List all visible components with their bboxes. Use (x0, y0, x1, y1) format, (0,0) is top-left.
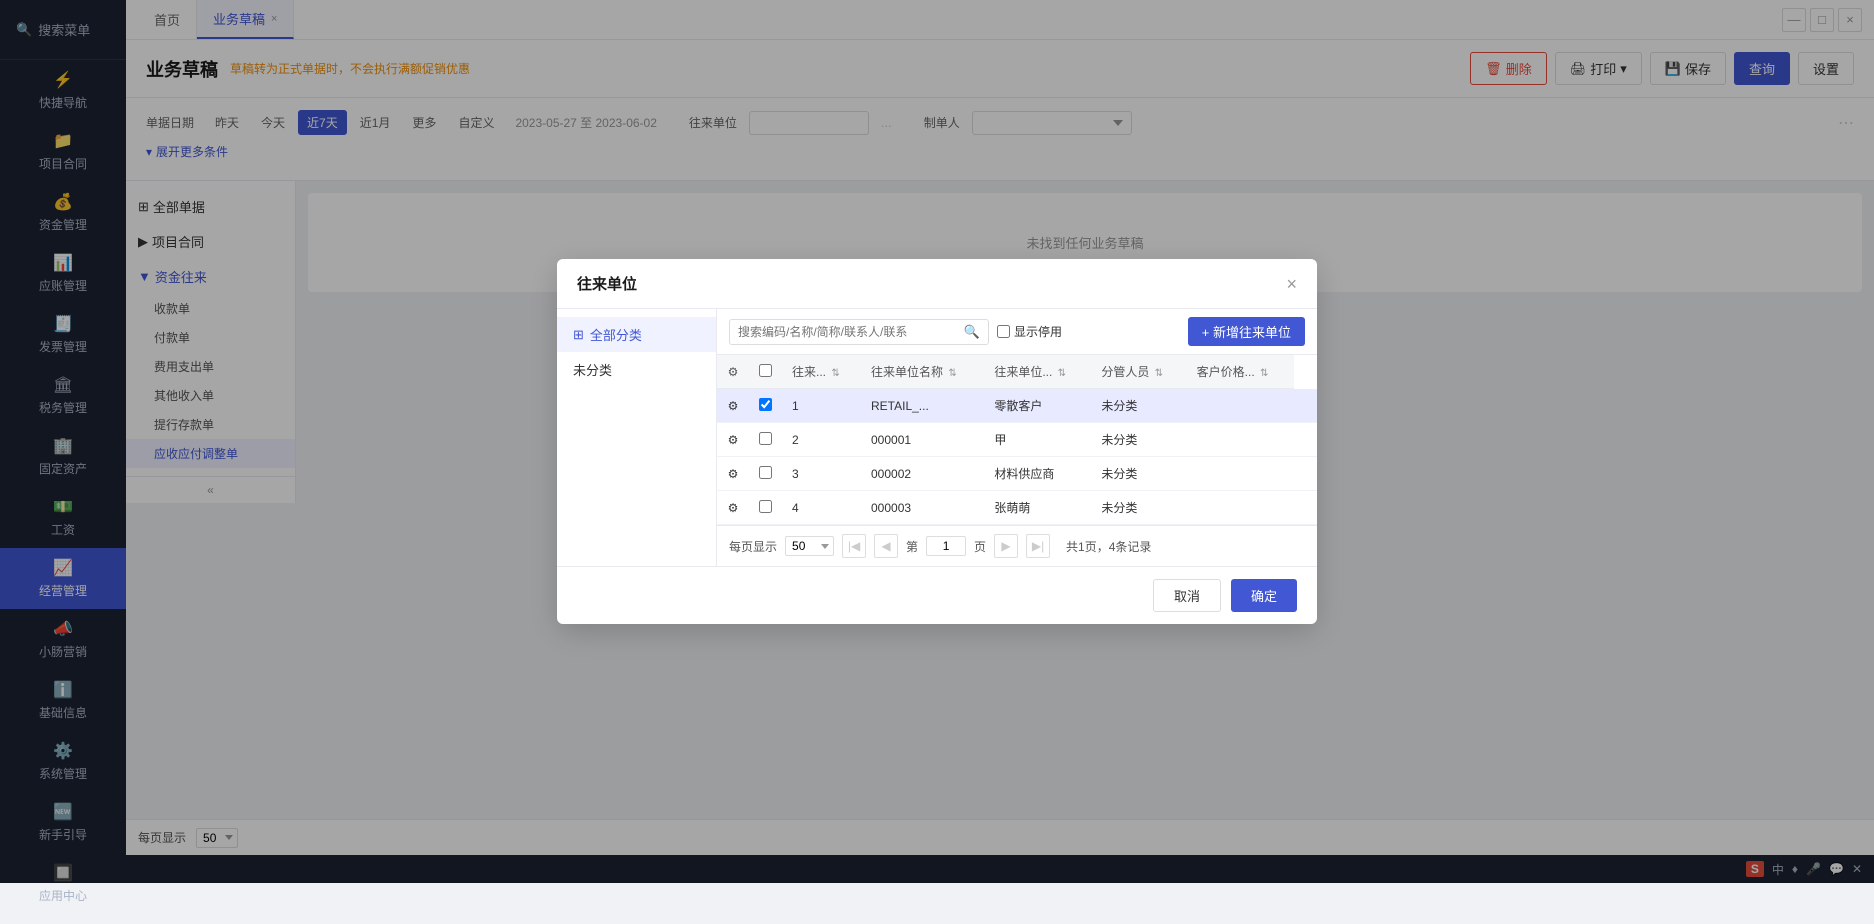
row-settings[interactable]: ⚙ (717, 491, 749, 525)
th-name: 往来单位名称 ⇅ (861, 355, 984, 389)
row-name: 张萌萌 (984, 491, 1091, 525)
row-no: 3 (782, 457, 861, 491)
row-price (1294, 423, 1317, 457)
last-page-btn[interactable]: ▶| (1026, 534, 1050, 558)
modal-pagination: 每页显示 50 10 20 100 |◀ ◀ 第 1 页 ▶ ▶| 共1页，4条… (717, 525, 1317, 566)
row-settings[interactable]: ⚙ (717, 389, 749, 423)
modal-title: 往来单位 (577, 273, 637, 294)
add-counterparty-btn[interactable]: + 新增往来单位 (1188, 317, 1305, 346)
row-category: 未分类 (1091, 389, 1186, 423)
row-no: 2 (782, 423, 861, 457)
row-code: 000001 (861, 423, 984, 457)
th-category: 往来单位... ⇅ (984, 355, 1091, 389)
modal-body: ⊞ 全部分类 未分类 🔍 显示停用 (557, 309, 1317, 566)
first-page-btn[interactable]: |◀ (842, 534, 866, 558)
modal-close-btn[interactable]: × (1286, 275, 1297, 293)
row-name: 甲 (984, 423, 1091, 457)
row-code: 000003 (861, 491, 984, 525)
row-name: 零散客户 (984, 389, 1091, 423)
table-row[interactable]: ⚙ 1 RETAIL_... 零散客户 未分类 (717, 389, 1317, 423)
row-settings[interactable]: ⚙ (717, 457, 749, 491)
sidebar-bottom (0, 914, 126, 924)
th-code: 往来... ⇅ (782, 355, 861, 389)
row-checkbox[interactable] (759, 398, 772, 411)
row-price (1294, 389, 1317, 423)
modal-unclassified[interactable]: 未分类 (557, 352, 716, 387)
row-manager (1187, 491, 1294, 525)
row-category: 未分类 (1091, 423, 1186, 457)
search-icon-modal: 🔍 (964, 324, 980, 340)
row-checkbox-cell[interactable] (749, 423, 782, 457)
confirm-button[interactable]: 确定 (1231, 579, 1297, 612)
modal-left-panel: ⊞ 全部分类 未分类 (557, 309, 717, 566)
row-manager (1187, 457, 1294, 491)
select-all-checkbox[interactable] (759, 364, 772, 377)
row-checkbox-cell[interactable] (749, 389, 782, 423)
prev-page-btn[interactable]: ◀ (874, 534, 898, 558)
show-disabled-label[interactable]: 显示停用 (997, 323, 1062, 340)
modal-search-input[interactable] (738, 325, 960, 339)
total-label: 共1页，4条记录 (1066, 538, 1151, 555)
counterparty-modal: 往来单位 × ⊞ 全部分类 未分类 🔍 (557, 259, 1317, 624)
table-row[interactable]: ⚙ 3 000002 材料供应商 未分类 (717, 457, 1317, 491)
table-row[interactable]: ⚙ 2 000001 甲 未分类 (717, 423, 1317, 457)
modal-header: 往来单位 × (557, 259, 1317, 309)
row-category: 未分类 (1091, 491, 1186, 525)
row-price (1294, 491, 1317, 525)
show-disabled-checkbox[interactable] (997, 325, 1010, 338)
per-page-select[interactable]: 50 10 20 100 (785, 536, 834, 556)
row-checkbox-cell[interactable] (749, 491, 782, 525)
row-code: RETAIL_... (861, 389, 984, 423)
row-manager (1187, 423, 1294, 457)
row-name: 材料供应商 (984, 457, 1091, 491)
grid-icon-modal: ⊞ (573, 327, 584, 343)
modal-table-body: ⚙ 1 RETAIL_... 零散客户 未分类 ⚙ 2 000001 甲 未分类… (717, 389, 1317, 525)
th-check[interactable] (749, 355, 782, 389)
row-settings[interactable]: ⚙ (717, 423, 749, 457)
page-label: 第 (906, 538, 918, 555)
modal-footer: 取消 确定 (557, 566, 1317, 624)
th-manager: 分管人员 ⇅ (1091, 355, 1186, 389)
modal-overlay: 往来单位 × ⊞ 全部分类 未分类 🔍 (0, 0, 1874, 883)
row-price (1294, 457, 1317, 491)
modal-right-panel: 🔍 显示停用 + 新增往来单位 ⚙ (717, 309, 1317, 566)
row-no: 4 (782, 491, 861, 525)
cancel-button[interactable]: 取消 (1153, 579, 1221, 612)
row-checkbox[interactable] (759, 466, 772, 479)
table-row[interactable]: ⚙ 4 000003 张萌萌 未分类 (717, 491, 1317, 525)
row-checkbox[interactable] (759, 432, 772, 445)
table-head: ⚙ 往来... ⇅ 往来单位名称 ⇅ 往来单位... ⇅ 分管人员 ⇅ 客户价格… (717, 355, 1317, 389)
row-checkbox-cell[interactable] (749, 457, 782, 491)
counterparty-table: ⚙ 往来... ⇅ 往来单位名称 ⇅ 往来单位... ⇅ 分管人员 ⇅ 客户价格… (717, 355, 1317, 525)
row-checkbox[interactable] (759, 500, 772, 513)
page-suffix: 页 (974, 538, 986, 555)
per-page-label: 每页显示 (729, 538, 777, 555)
modal-all-category[interactable]: ⊞ 全部分类 (557, 317, 716, 352)
th-settings[interactable]: ⚙ (717, 355, 749, 389)
row-category: 未分类 (1091, 457, 1186, 491)
th-price: 客户价格... ⇅ (1187, 355, 1294, 389)
row-no: 1 (782, 389, 861, 423)
modal-toolbar: 🔍 显示停用 + 新增往来单位 (717, 309, 1317, 355)
page-input[interactable]: 1 (926, 536, 966, 556)
row-manager (1187, 389, 1294, 423)
modal-search-box: 🔍 (729, 319, 989, 345)
row-code: 000002 (861, 457, 984, 491)
modal-table: ⚙ 往来... ⇅ 往来单位名称 ⇅ 往来单位... ⇅ 分管人员 ⇅ 客户价格… (717, 355, 1317, 525)
next-page-btn[interactable]: ▶ (994, 534, 1018, 558)
